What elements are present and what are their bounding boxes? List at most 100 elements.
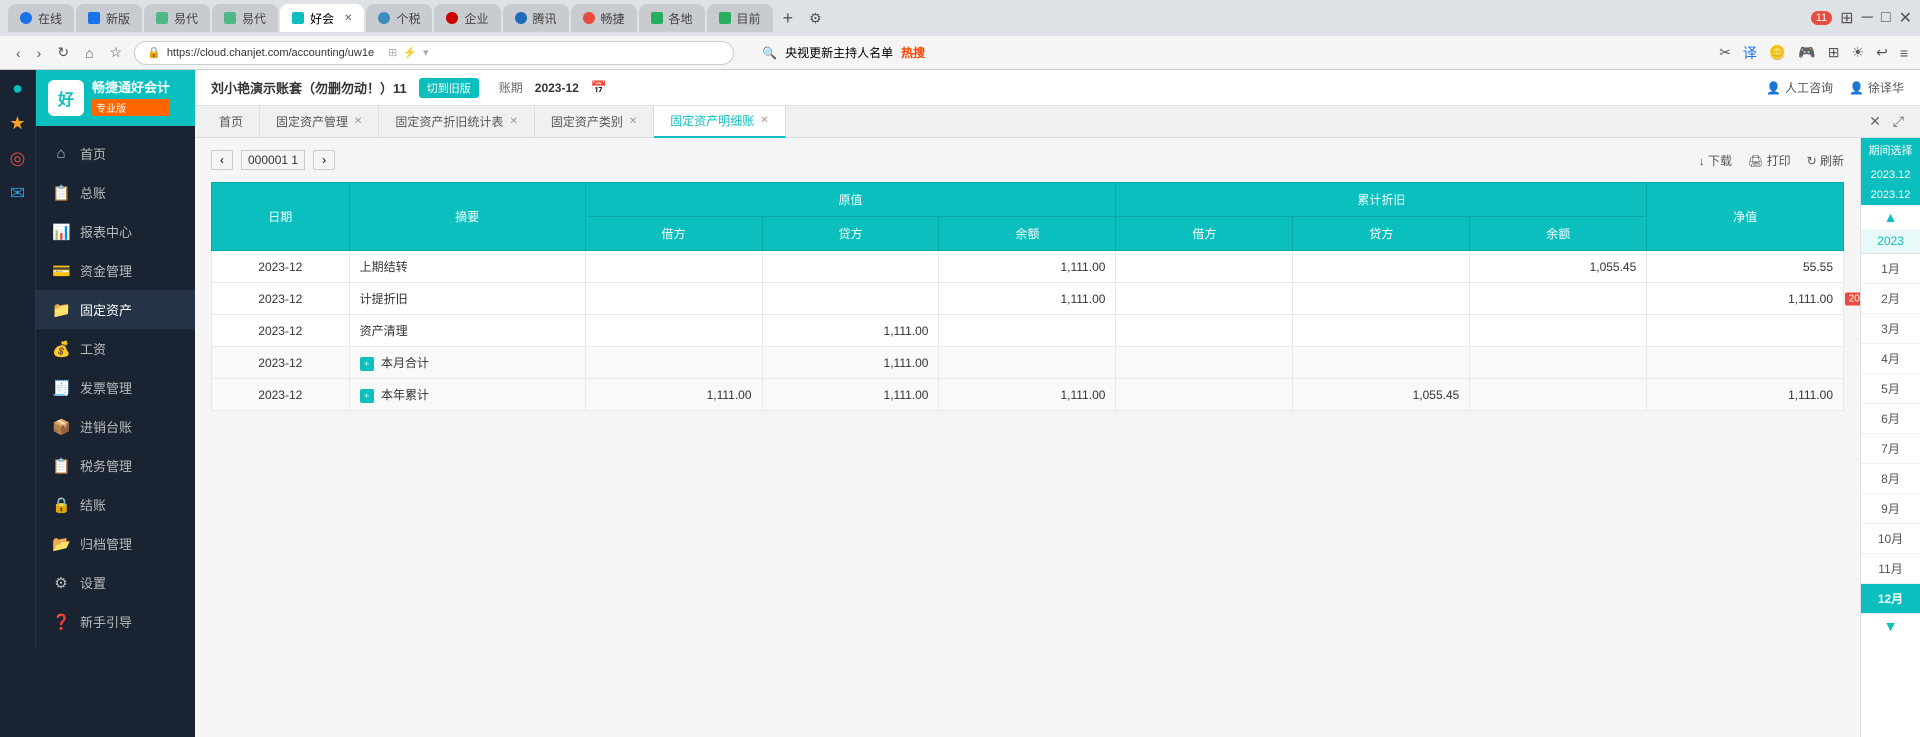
sidebar-item-fixed-assets[interactable]: 📁 固定资产 (36, 290, 195, 329)
tab-favicon-changjie (583, 12, 595, 24)
period-month-7[interactable]: 7月 (1861, 434, 1920, 464)
row5-orig-credit: 1,111.00 (762, 379, 939, 411)
period-month-9[interactable]: 9月 (1861, 494, 1920, 524)
browser-tab-qiye[interactable]: 企业 (434, 4, 500, 32)
period-month-8[interactable]: 8月 (1861, 464, 1920, 494)
browser-tab-yidai2[interactable]: 易代 (212, 4, 278, 32)
period-month-3[interactable]: 3月 (1861, 314, 1920, 344)
page-tab-asset-detail[interactable]: 固定资产明细账 ✕ (654, 106, 785, 138)
consult-button[interactable]: 👤 人工咨询 (1766, 79, 1833, 96)
close-window-icon[interactable]: ✕ (1899, 8, 1912, 28)
sidebar-item-purchase-sales[interactable]: 📦 进销台账 (36, 407, 195, 446)
period-month-1[interactable]: 1月 (1861, 254, 1920, 284)
page-tab-asset-mgmt-close[interactable]: ✕ (354, 116, 362, 127)
row1-summary[interactable]: 上期结转 (349, 251, 585, 283)
sidebar-item-invoice[interactable]: 🧾 发票管理 (36, 368, 195, 407)
sidebar-extra-icon-2[interactable]: ★ (9, 113, 25, 134)
row3-orig-credit: 1,111.00 (762, 315, 939, 347)
next-page-button[interactable]: › (313, 150, 335, 170)
period-month-12[interactable]: 12月 (1861, 584, 1920, 614)
brightness-icon[interactable]: ☀ (1852, 44, 1865, 61)
browser-tab-yidai1[interactable]: 易代 (144, 4, 210, 32)
period-month-2[interactable]: 2月 (1861, 284, 1920, 314)
sidebar-item-general-ledger[interactable]: 📋 总账 (36, 173, 195, 212)
settings-icon[interactable]: ⚙ (803, 10, 828, 27)
row3-summary[interactable]: 资产清理 (349, 315, 585, 347)
sidebar-extra-icon-4[interactable]: ✉ (10, 183, 25, 204)
sidebar-item-guide[interactable]: ❓ 新手引导 (36, 602, 195, 641)
download-button[interactable]: ↓ 下载 (1699, 152, 1732, 169)
page-tab-detail-close[interactable]: ✕ (760, 115, 768, 126)
page-tab-depreciation-stats[interactable]: 固定资产折旧统计表 ✕ (379, 106, 534, 138)
sidebar-item-archive[interactable]: 📂 归档管理 (36, 524, 195, 563)
coin-icon[interactable]: 🪙 (1769, 44, 1786, 61)
browser-tab-online[interactable]: 在线 (8, 4, 74, 32)
browser-tab-muqian[interactable]: 目前 (707, 4, 773, 32)
expand-icon[interactable]: ⤢ (1893, 113, 1904, 130)
new-tab-button[interactable]: + (775, 8, 802, 29)
browser-tab-geshui[interactable]: 个税 (366, 4, 432, 32)
forward-button[interactable]: › (33, 43, 46, 63)
tab-close-haohui[interactable]: ✕ (344, 13, 352, 24)
gamepad-icon[interactable]: 🎮 (1798, 44, 1815, 61)
bookmark-button[interactable]: ☆ (106, 42, 127, 63)
browser-tab-tengxun[interactable]: 腾讯 (503, 4, 569, 32)
minimize-icon[interactable]: ─ (1862, 9, 1873, 27)
period-year[interactable]: 2023 (1861, 229, 1920, 254)
hot-search-label[interactable]: 热搜 (901, 44, 925, 61)
row3-acc-balance (1470, 315, 1647, 347)
grid-icon[interactable]: ⊞ (1828, 44, 1840, 61)
back-button[interactable]: ‹ (12, 43, 25, 63)
sidebar-item-report-center[interactable]: 📊 报表中心 (36, 212, 195, 251)
page-tab-asset-category[interactable]: 固定资产类别 ✕ (535, 106, 654, 138)
period-month-5[interactable]: 5月 (1861, 374, 1920, 404)
row4-orig-debit (585, 347, 762, 379)
page-tab-home[interactable]: 首页 (203, 106, 260, 138)
period-month-4[interactable]: 4月 (1861, 344, 1920, 374)
print-button[interactable]: 🖨 打印 (1748, 152, 1791, 169)
user-button[interactable]: 👤 徐译华 (1849, 79, 1904, 96)
page-tab-category-close[interactable]: ✕ (629, 116, 637, 127)
close-all-tabs-icon[interactable]: ✕ (1869, 113, 1881, 130)
address-bar[interactable]: 🔒 https://cloud.chanjet.com/accounting/u… (134, 41, 734, 65)
sidebar-item-invoice-label: 发票管理 (80, 378, 132, 397)
prev-page-button[interactable]: ‹ (211, 150, 233, 170)
calendar-icon[interactable]: 📅 (591, 80, 607, 96)
refresh-button[interactable]: ↻ 刷新 (1807, 152, 1844, 169)
sidebar-extra-icon-1[interactable]: ● (12, 78, 23, 99)
scissors-icon[interactable]: ✂ (1719, 44, 1731, 61)
sidebar-item-payroll[interactable]: 💰 工资 (36, 329, 195, 368)
orig-balance-header: 余额 (939, 217, 1116, 251)
browser-tab-haohui[interactable]: 好会 ✕ (280, 4, 364, 32)
sidebar-item-fund-management[interactable]: 💳 资金管理 (36, 251, 195, 290)
reload-button[interactable]: ↻ (53, 42, 73, 63)
switch-version-button[interactable]: 切到旧版 (419, 78, 479, 98)
tab-label-online: 在线 (38, 10, 62, 27)
sidebar-item-tax[interactable]: 📋 税务管理 (36, 446, 195, 485)
menu-icon[interactable]: ≡ (1900, 45, 1908, 61)
sidebar-item-home[interactable]: ⌂ 首页 (36, 134, 195, 173)
maximize-icon[interactable]: □ (1881, 9, 1891, 27)
browser-tab-changjie[interactable]: 畅捷 (571, 4, 637, 32)
row4-orig-credit: 1,111.00 (762, 347, 939, 379)
notification-badge[interactable]: 11 (1811, 11, 1832, 25)
sidebar-item-settings[interactable]: ⚙ 设置 (36, 563, 195, 602)
period-scroll-up[interactable]: ▲ (1861, 205, 1920, 229)
page-tab-asset-management[interactable]: 固定资产管理 ✕ (260, 106, 379, 138)
period-month-11[interactable]: 11月 (1861, 554, 1920, 584)
undo-icon[interactable]: ↩ (1876, 44, 1888, 61)
period-month-6[interactable]: 6月 (1861, 404, 1920, 434)
period-scroll-down[interactable]: ▼ (1861, 614, 1920, 638)
browser-tab-gedi[interactable]: 各地 (639, 4, 705, 32)
translate-icon[interactable]: 译 (1743, 43, 1757, 63)
sidebar-extra-icon-3[interactable]: ◎ (10, 148, 26, 169)
period-month-10[interactable]: 10月 (1861, 524, 1920, 554)
page-tab-depr-stats-close[interactable]: ✕ (509, 116, 517, 127)
browser-tab-bar: 在线 新版 易代 易代 好会 ✕ 个税 企业 腾讯 (0, 0, 1920, 36)
sidebar-item-closing[interactable]: 🔒 结账 (36, 485, 195, 524)
home-button[interactable]: ⌂ (81, 43, 97, 63)
row2-summary[interactable]: 计提折旧 (349, 283, 585, 315)
page-tab-home-label: 首页 (219, 113, 243, 130)
row5-orig-debit: 1,111.00 (585, 379, 762, 411)
browser-tab-new[interactable]: 新版 (76, 4, 142, 32)
